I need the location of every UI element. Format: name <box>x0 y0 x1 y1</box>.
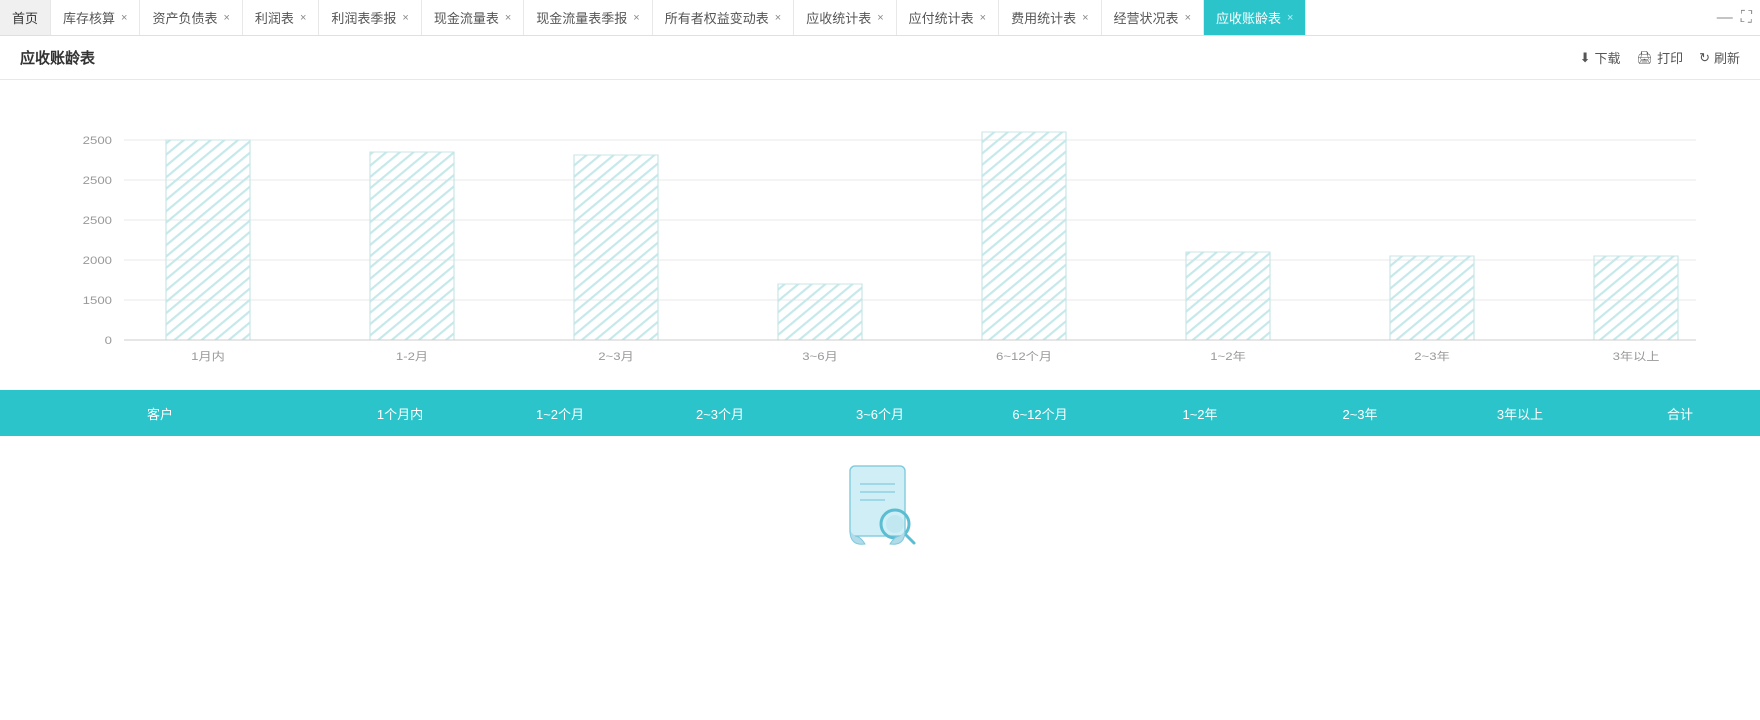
col-1month: 1个月内 <box>320 404 480 423</box>
col-6-12month: 6~12个月 <box>960 404 1120 423</box>
svg-text:3年以上: 3年以上 <box>1613 350 1660 363</box>
chart-area: 2500 2500 2500 2000 1500 0 <box>0 80 1760 390</box>
refresh-label: 刷新 <box>1714 48 1740 67</box>
table-section: 客户 1个月内 1~2个月 2~3个月 3~6个月 6~12个月 1~2年 2~… <box>0 390 1760 720</box>
tab-window-controls: — ⛶ <box>1709 9 1760 27</box>
svg-text:2500: 2500 <box>83 214 113 227</box>
svg-text:2~3月: 2~3月 <box>598 350 634 363</box>
tab-ap-stat-close[interactable]: × <box>980 12 986 24</box>
tab-profit-close[interactable]: × <box>300 12 306 24</box>
tab-balance-sheet-close[interactable]: × <box>223 12 229 24</box>
tab-ap-stat[interactable]: 应付统计表 × <box>897 0 999 36</box>
empty-icon <box>830 456 930 556</box>
tab-ar-stat-close[interactable]: × <box>877 12 883 24</box>
bar-3年以上 <box>1594 256 1678 340</box>
tab-ar-aging[interactable]: 应收账龄表 × <box>1204 0 1306 36</box>
tab-balance-sheet[interactable]: 资产负债表 × <box>140 0 242 36</box>
table-header: 客户 1个月内 1~2个月 2~3个月 3~6个月 6~12个月 1~2年 2~… <box>0 390 1760 436</box>
refresh-button[interactable]: ↻ 刷新 <box>1699 48 1740 67</box>
tab-expense-stat-close[interactable]: × <box>1082 12 1088 24</box>
tab-balance-sheet-label: 资产负债表 <box>152 8 217 27</box>
col-total: 合计 <box>1600 404 1760 423</box>
tab-profit-quarterly-close[interactable]: × <box>402 12 408 24</box>
bar-3-6月 <box>778 284 862 340</box>
col-1-2year: 1~2年 <box>1120 404 1280 423</box>
col-3-6month: 3~6个月 <box>800 404 960 423</box>
svg-text:1月内: 1月内 <box>191 350 225 363</box>
col-1-2month: 1~2个月 <box>480 404 640 423</box>
bar-chart: 2500 2500 2500 2000 1500 0 <box>40 100 1720 380</box>
svg-text:1-2月: 1-2月 <box>396 350 428 363</box>
svg-text:2500: 2500 <box>83 134 113 147</box>
tab-profit-quarterly[interactable]: 利润表季报 × <box>319 0 421 36</box>
bar-6-12月 <box>982 132 1066 340</box>
tab-cashflow[interactable]: 现金流量表 × <box>422 0 524 36</box>
svg-text:2500: 2500 <box>83 174 113 187</box>
tab-profit[interactable]: 利润表 × <box>243 0 319 36</box>
tab-home-label: 首页 <box>12 8 38 27</box>
tab-inventory-label: 库存核算 <box>63 8 115 27</box>
tab-cashflow-label: 现金流量表 <box>434 8 499 27</box>
tab-profit-quarterly-label: 利润表季报 <box>331 8 396 27</box>
tab-operation[interactable]: 经营状况表 × <box>1102 0 1204 36</box>
tab-expense-stat-label: 费用统计表 <box>1011 8 1076 27</box>
bar-1-2年 <box>1186 252 1270 340</box>
tab-inventory-close[interactable]: × <box>121 12 127 24</box>
tab-ap-stat-label: 应付统计表 <box>909 8 974 27</box>
svg-text:0: 0 <box>105 334 113 347</box>
tab-operation-close[interactable]: × <box>1185 12 1191 24</box>
print-label: 打印 <box>1657 48 1683 67</box>
tab-ar-stat-label: 应收统计表 <box>806 8 871 27</box>
svg-text:2~3年: 2~3年 <box>1414 350 1450 363</box>
refresh-icon: ↻ <box>1699 50 1710 66</box>
tab-equity[interactable]: 所有者权益变动表 × <box>653 0 794 36</box>
main-content: 2500 2500 2500 2000 1500 0 <box>0 80 1760 720</box>
tab-cashflow-quarterly-close[interactable]: × <box>633 12 639 24</box>
minimize-icon[interactable]: — <box>1717 9 1733 27</box>
tab-home[interactable]: 首页 <box>0 0 51 36</box>
col-3year-plus: 3年以上 <box>1440 404 1600 423</box>
download-label: 下载 <box>1595 48 1621 67</box>
tab-cashflow-close[interactable]: × <box>505 12 511 24</box>
svg-text:2000: 2000 <box>83 254 113 267</box>
print-button[interactable]: 🖨 打印 <box>1637 48 1684 67</box>
empty-state <box>0 436 1760 616</box>
tab-inventory[interactable]: 库存核算 × <box>51 0 140 36</box>
tab-ar-stat[interactable]: 应收统计表 × <box>794 0 896 36</box>
tab-operation-label: 经营状况表 <box>1114 8 1179 27</box>
download-icon: ⬇ <box>1580 50 1591 66</box>
tab-profit-label: 利润表 <box>255 8 294 27</box>
download-button[interactable]: ⬇ 下载 <box>1580 48 1621 67</box>
maximize-icon[interactable]: ⛶ <box>1741 9 1752 27</box>
bar-2-3年 <box>1390 256 1474 340</box>
print-icon: 🖨 <box>1637 50 1654 66</box>
tab-cashflow-quarterly[interactable]: 现金流量表季报 × <box>524 0 652 36</box>
tab-ar-aging-label: 应收账龄表 <box>1216 8 1281 27</box>
svg-text:6~12个月: 6~12个月 <box>996 350 1052 363</box>
bar-1-2月 <box>370 152 454 340</box>
col-2-3year: 2~3年 <box>1280 404 1440 423</box>
bar-2-3月 <box>574 155 658 340</box>
tab-bar: 首页 库存核算 × 资产负债表 × 利润表 × 利润表季报 × 现金流量表 × … <box>0 0 1760 36</box>
svg-text:1500: 1500 <box>83 294 113 307</box>
tab-equity-close[interactable]: × <box>775 12 781 24</box>
tab-ar-aging-close[interactable]: × <box>1287 12 1293 24</box>
tab-cashflow-quarterly-label: 现金流量表季报 <box>536 8 627 27</box>
col-2-3month: 2~3个月 <box>640 404 800 423</box>
page-title: 应收账龄表 <box>20 47 95 68</box>
svg-text:3~6月: 3~6月 <box>802 350 838 363</box>
svg-text:1~2年: 1~2年 <box>1210 350 1246 363</box>
page-header: 应收账龄表 ⬇ 下载 🖨 打印 ↻ 刷新 <box>0 36 1760 80</box>
col-customer: 客户 <box>0 404 320 423</box>
header-actions: ⬇ 下载 🖨 打印 ↻ 刷新 <box>1580 48 1740 67</box>
tab-expense-stat[interactable]: 费用统计表 × <box>999 0 1101 36</box>
tab-equity-label: 所有者权益变动表 <box>665 8 769 27</box>
bar-1月内 <box>166 140 250 340</box>
